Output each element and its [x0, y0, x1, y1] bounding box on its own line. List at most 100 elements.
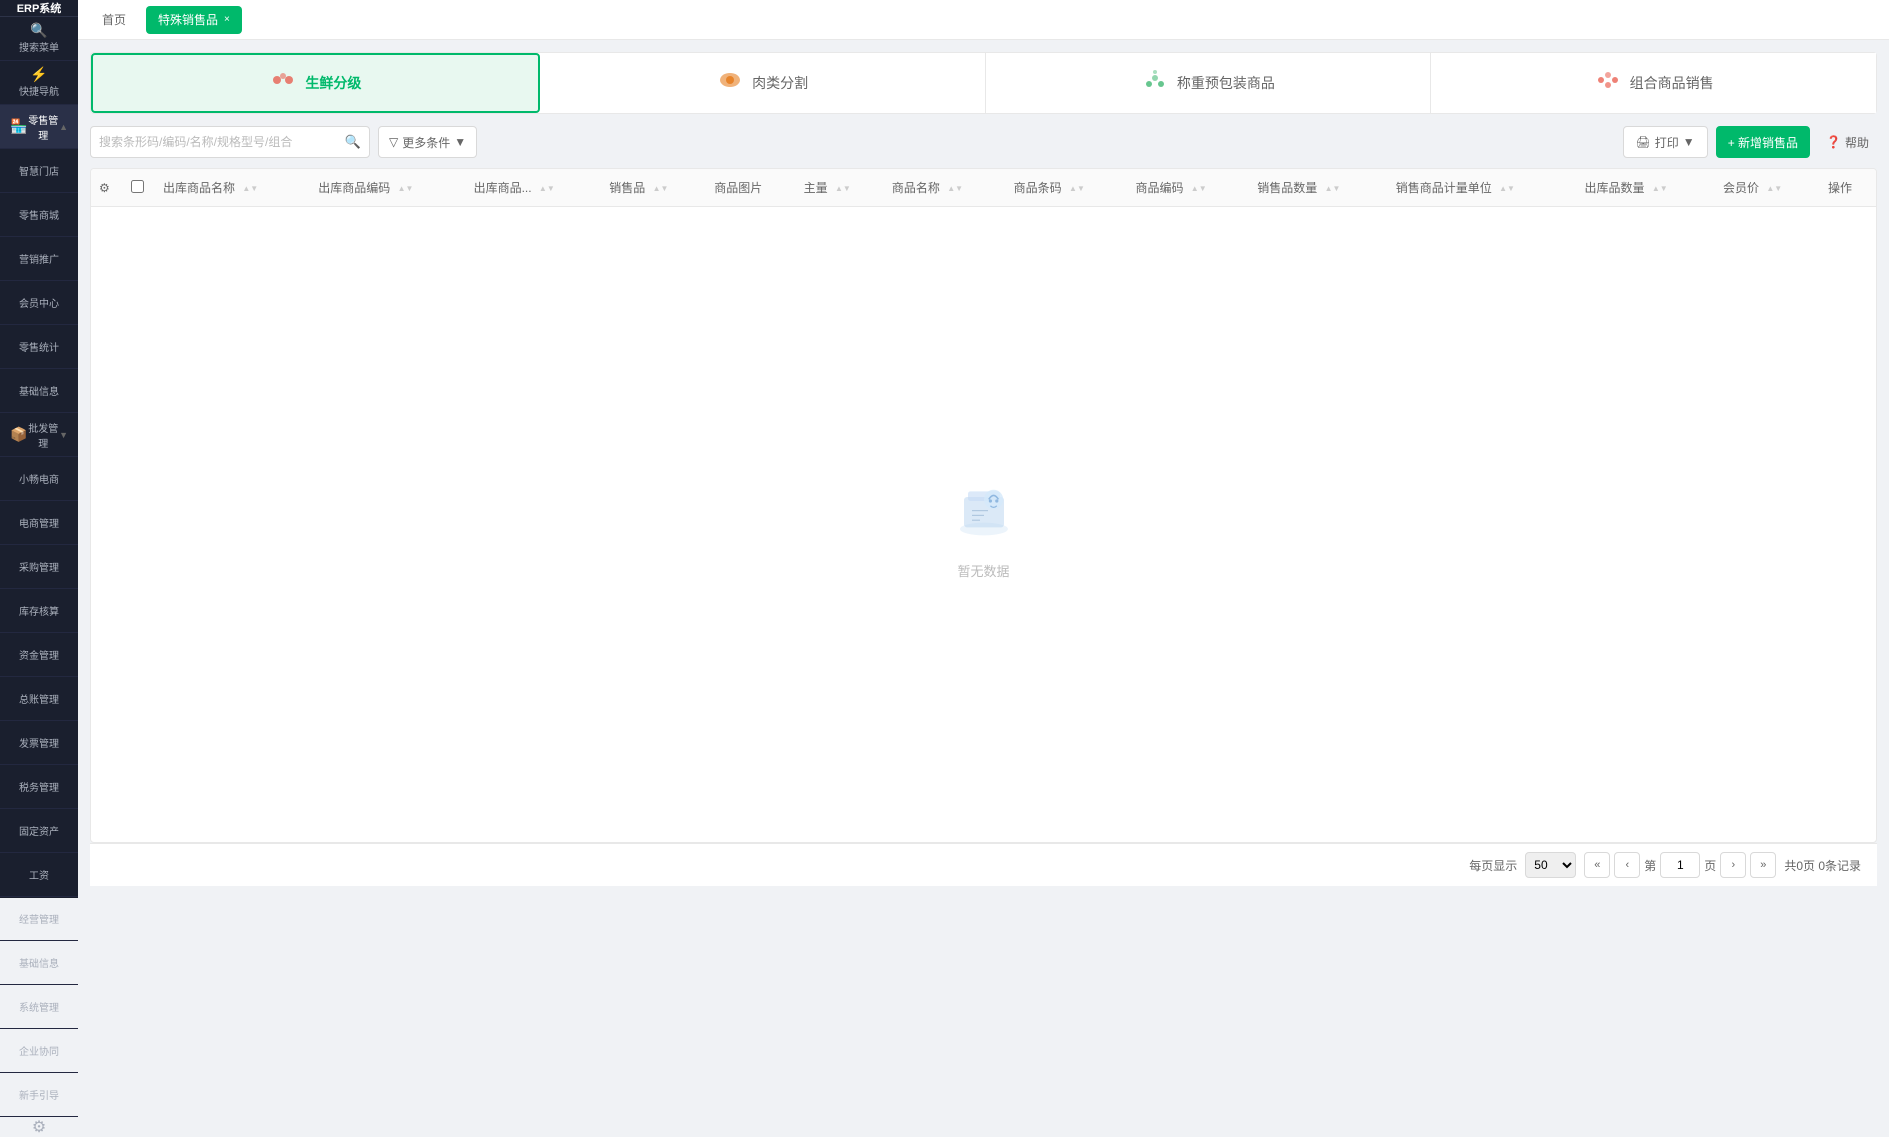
active-tab[interactable]: 特殊销售品 ×: [146, 6, 242, 34]
search-box[interactable]: 🔍: [90, 126, 370, 158]
print-button[interactable]: 🖨 打印 ▼: [1623, 126, 1708, 158]
print-icon: 🖨: [1636, 135, 1651, 149]
sidebar-item-enterprise[interactable]: 企业协同: [0, 1029, 78, 1073]
data-table: ⚙ 出库商品名称 ▲▼ 出库商品编码 ▲▼: [91, 169, 1876, 207]
data-table-container: ⚙ 出库商品名称 ▲▼ 出库商品编码 ▲▼: [90, 168, 1877, 843]
col-out-name: 出库商品名称 ▲▼: [155, 169, 310, 207]
col-actions: 操作: [1820, 169, 1876, 207]
first-page-button[interactable]: «: [1584, 852, 1610, 878]
sidebar-item-quick-nav[interactable]: ⚡ 快捷导航: [0, 61, 78, 105]
sort-icon[interactable]: ▲▼: [1652, 185, 1668, 193]
col-settings[interactable]: ⚙: [91, 169, 123, 207]
sort-icon[interactable]: ▲▼: [653, 185, 669, 193]
sidebar-item-general-ledger[interactable]: 总账管理: [0, 677, 78, 721]
package-icon: 📦: [10, 426, 27, 443]
next-page-button[interactable]: ›: [1720, 852, 1746, 878]
gear-icon: ⚙: [32, 1117, 46, 1137]
last-page-button[interactable]: »: [1750, 852, 1776, 878]
total-count: 共0页 0条记录: [1784, 857, 1861, 874]
close-tab-icon[interactable]: ×: [224, 14, 230, 25]
sidebar-item-retail-stats[interactable]: 零售统计: [0, 325, 78, 369]
prev-page-button[interactable]: ‹: [1614, 852, 1640, 878]
sort-icon[interactable]: ▲▼: [1766, 185, 1782, 193]
chevron-right-icon: ▼: [59, 430, 68, 440]
col-product-name: 商品名称 ▲▼: [884, 169, 1006, 207]
page-label: 第: [1644, 857, 1656, 874]
settings-gear-button[interactable]: ⚙: [0, 1117, 78, 1137]
sort-icon[interactable]: ▲▼: [398, 185, 414, 193]
filter-arrow-icon: ▼: [454, 135, 466, 149]
page-input[interactable]: [1660, 852, 1700, 878]
sidebar-item-finance[interactable]: 资金管理: [0, 633, 78, 677]
sidebar-item-fixed-assets[interactable]: 固定资产: [0, 809, 78, 853]
top-navigation: 首页 特殊销售品 ×: [78, 0, 1889, 40]
filter-button[interactable]: ▽ 更多条件 ▼: [378, 126, 477, 158]
sort-icon[interactable]: ▲▼: [947, 185, 963, 193]
sidebar-item-retail-mall[interactable]: 零售商城: [0, 193, 78, 237]
print-arrow-icon: ▼: [1683, 135, 1695, 149]
search-input[interactable]: [99, 135, 345, 149]
sidebar-item-retail[interactable]: 🏪 零售管理 ▲: [0, 105, 78, 149]
sort-icon[interactable]: ▲▼: [1069, 185, 1085, 193]
category-tab-combo[interactable]: 组合商品销售: [1431, 53, 1876, 113]
col-out-qty: 出库品数量 ▲▼: [1577, 169, 1716, 207]
sidebar-item-purchase[interactable]: 采购管理: [0, 545, 78, 589]
sort-icon[interactable]: ▲▼: [1499, 185, 1515, 193]
category-tabs: 生鲜分级 肉类分割: [90, 52, 1877, 114]
col-sale-item: 销售品 ▲▼: [601, 169, 706, 207]
col-checkbox[interactable]: [123, 169, 155, 207]
category-tab-fresh-grade[interactable]: 生鲜分级: [91, 53, 540, 113]
sidebar-item-basic-info2[interactable]: 基础信息: [0, 941, 78, 985]
sort-icon[interactable]: ▲▼: [242, 185, 258, 193]
sidebar-item-new-guide[interactable]: 新手引导: [0, 1073, 78, 1117]
col-product-img: 商品图片: [706, 169, 795, 207]
per-page-select[interactable]: 50 10 20 100: [1525, 852, 1576, 878]
sidebar-item-search[interactable]: 🔍 搜索菜单: [0, 17, 78, 61]
sort-icon[interactable]: ▲▼: [1325, 185, 1341, 193]
page-suffix: 页: [1704, 857, 1716, 874]
empty-state-text: 暂无数据: [957, 561, 1009, 580]
sort-icon[interactable]: ▲▼: [1191, 185, 1207, 193]
col-sale-unit: 销售商品计量单位 ▲▼: [1388, 169, 1577, 207]
sidebar-item-smart-store[interactable]: 智慧门店: [0, 149, 78, 193]
sidebar-item-wholesale[interactable]: 📦 批发管理 ▼: [0, 413, 78, 457]
sidebar-item-members[interactable]: 会员中心: [0, 281, 78, 325]
add-product-button[interactable]: + 新增销售品: [1716, 126, 1810, 158]
sidebar-item-marketing[interactable]: 营销推广: [0, 237, 78, 281]
category-tab-weigh-pack[interactable]: 称重预包装商品: [986, 53, 1432, 113]
help-icon: ❓: [1826, 135, 1841, 149]
fresh-grade-icon: [269, 66, 297, 100]
col-barcode: 商品条码 ▲▼: [1006, 169, 1128, 207]
help-button[interactable]: ❓ 帮助: [1818, 126, 1877, 158]
sidebar-item-tax[interactable]: 税务管理: [0, 765, 78, 809]
home-tab[interactable]: 首页: [90, 6, 138, 34]
category-tab-meat-cut[interactable]: 肉类分割: [540, 53, 986, 113]
filter-icon: ▽: [389, 135, 398, 149]
sidebar-item-ecommerce[interactable]: 电商管理: [0, 501, 78, 545]
sidebar-item-ops-mgmt[interactable]: 经营管理: [0, 897, 78, 941]
sidebar-item-salary[interactable]: 工资: [0, 853, 78, 897]
search-icon[interactable]: 🔍: [345, 134, 361, 150]
sidebar-item-invoice[interactable]: 发票管理: [0, 721, 78, 765]
sidebar-item-system[interactable]: 系统管理: [0, 985, 78, 1029]
col-sale-qty: 销售品数量 ▲▼: [1249, 169, 1388, 207]
select-all-checkbox[interactable]: [131, 180, 144, 193]
chevron-down-icon: ▲: [59, 122, 68, 132]
toolbar-right: 🖨 打印 ▼ + 新增销售品 ❓ 帮助: [1623, 126, 1877, 158]
sort-icon[interactable]: ▲▼: [539, 185, 555, 193]
sidebar-item-basic-info[interactable]: 基础信息: [0, 369, 78, 413]
sidebar-item-inventory[interactable]: 库存核算: [0, 589, 78, 633]
per-page-label: 每页显示: [1469, 857, 1517, 874]
sidebar-item-mini-store[interactable]: 小畅电商: [0, 457, 78, 501]
page-nav: « ‹ 第 页 › »: [1584, 852, 1776, 878]
col-main-weight: 主量 ▲▼: [796, 169, 884, 207]
pagination: 每页显示 50 10 20 100 « ‹ 第 页 › » 共0页 0条记录: [90, 843, 1877, 886]
empty-state: 暂无数据: [91, 207, 1876, 842]
toolbar-left: 🔍 ▽ 更多条件 ▼: [90, 126, 477, 158]
sort-icon[interactable]: ▲▼: [835, 185, 851, 193]
weigh-pack-icon: [1141, 66, 1169, 100]
sidebar-logo: ERP系统: [0, 0, 78, 17]
settings-icon[interactable]: ⚙: [99, 181, 110, 195]
toolbar: 🔍 ▽ 更多条件 ▼ 🖨 打印 ▼ + 新增销售品 ❓: [90, 126, 1877, 158]
col-out-code: 出库商品编码 ▲▼: [310, 169, 465, 207]
